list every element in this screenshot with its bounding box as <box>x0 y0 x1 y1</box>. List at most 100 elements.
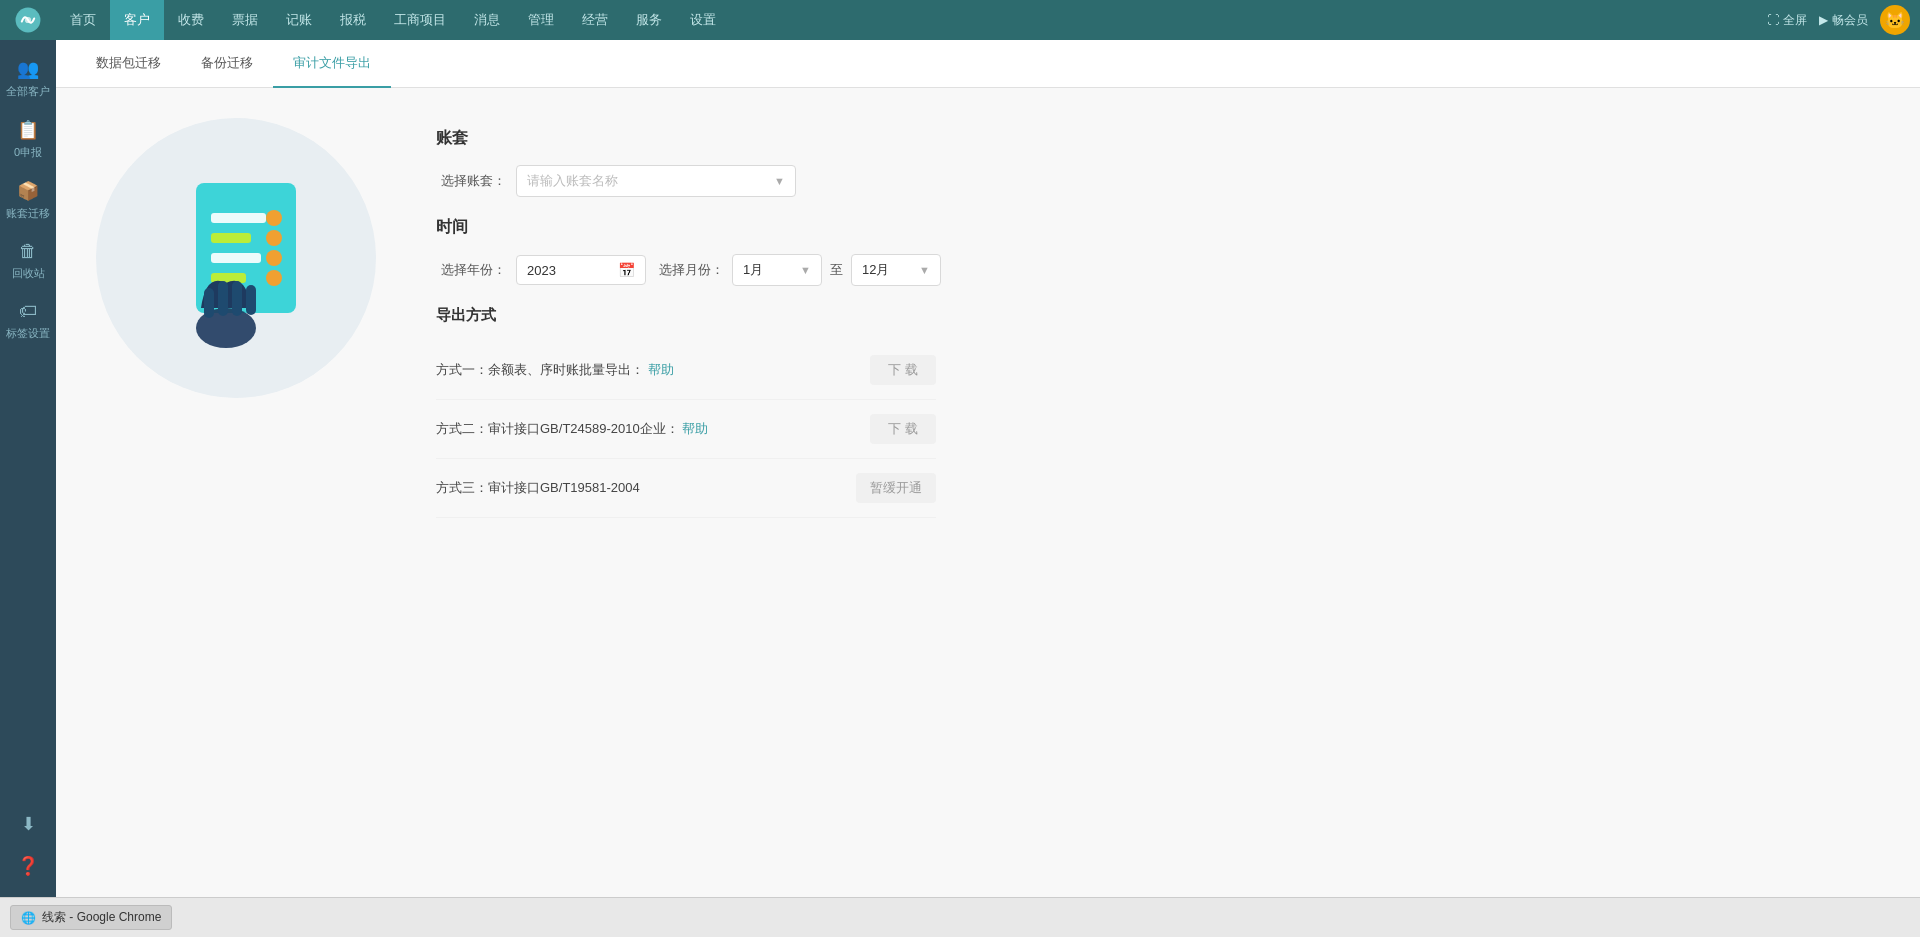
nav-right: ⛶ 全屏 ▶ 畅会员 🐱 <box>1767 5 1910 35</box>
page-content: 账套 选择账套： 请输入账套名称 ▼ 时间 选择年份： <box>56 88 1920 897</box>
fullscreen-icon: ⛶ <box>1767 13 1779 27</box>
nav-invoice[interactable]: 票据 <box>218 0 272 40</box>
svg-rect-15 <box>246 285 256 315</box>
member-label: 畅会员 <box>1832 12 1868 29</box>
account-select-row: 选择账套： 请输入账套名称 ▼ <box>436 165 1880 197</box>
taskbar-chrome-item[interactable]: 🌐 线索 - Google Chrome <box>10 905 172 930</box>
time-separator: 至 <box>830 261 843 279</box>
nav-management[interactable]: 管理 <box>514 0 568 40</box>
help-icon: ❓ <box>17 855 39 877</box>
sidebar-bottom: ⬇ ❓ <box>0 803 56 897</box>
time-row: 2023 📅 选择月份： 1月 ▼ 至 12月 ▼ <box>516 254 941 286</box>
chrome-icon: 🌐 <box>21 911 36 925</box>
nav-bookkeeping[interactable]: 记账 <box>272 0 326 40</box>
svg-point-10 <box>266 270 282 286</box>
month-select-label: 选择月份： <box>654 261 724 279</box>
month-end-select[interactable]: 12月 ▼ <box>851 254 941 286</box>
taskbar-item-label: 线索 - Google Chrome <box>42 909 161 926</box>
svg-rect-5 <box>211 253 261 263</box>
nav-items: 首页 客户 收费 票据 记账 报税 工商项目 消息 管理 经营 服务 设置 <box>56 0 1767 40</box>
nav-business[interactable]: 工商项目 <box>380 0 460 40</box>
fullscreen-label: 全屏 <box>1783 12 1807 29</box>
month-start-select[interactable]: 1月 ▼ <box>732 254 822 286</box>
export-method-1-help-link[interactable]: 帮助 <box>648 362 674 377</box>
nav-fee[interactable]: 收费 <box>164 0 218 40</box>
app-logo <box>10 2 46 38</box>
chevron-down-icon: ▼ <box>919 264 930 276</box>
top-navigation: 首页 客户 收费 票据 记账 报税 工商项目 消息 管理 经营 服务 设置 ⛶ … <box>0 0 1920 40</box>
year-input[interactable]: 2023 📅 <box>516 255 646 285</box>
taskbar: 🌐 线索 - Google Chrome <box>0 897 1920 937</box>
export-method-1-text: 方式一：余额表、序时账批量导出： 帮助 <box>436 361 674 379</box>
sidebar-item-label: 账套迁移 <box>6 206 50 221</box>
svg-rect-12 <box>204 288 214 318</box>
sidebar-item-recycle[interactable]: 🗑 回收站 <box>0 231 56 291</box>
tab-backup-migration[interactable]: 备份迁移 <box>181 40 273 88</box>
calendar-icon: 📅 <box>618 262 635 278</box>
sidebar-item-all-customers[interactable]: 👥 全部客户 <box>0 48 56 109</box>
export-method-1-row: 方式一：余额表、序时账批量导出： 帮助 下 载 <box>436 341 936 400</box>
recycle-icon: 🗑 <box>19 241 37 262</box>
sidebar-item-account-migration[interactable]: 📦 账套迁移 <box>0 170 56 231</box>
export-method-3-text: 方式三：审计接口GB/T19581-2004 <box>436 479 640 497</box>
export-section: 导出方式 方式一：余额表、序时账批量导出： 帮助 下 载 方式二：审计接口GB/… <box>436 306 1880 518</box>
year-value: 2023 <box>527 263 556 278</box>
nav-message[interactable]: 消息 <box>460 0 514 40</box>
export-method-1-download-button[interactable]: 下 载 <box>870 355 936 385</box>
nav-operation[interactable]: 经营 <box>568 0 622 40</box>
nav-home[interactable]: 首页 <box>56 0 110 40</box>
chevron-down-icon: ▼ <box>800 264 811 276</box>
export-method-3-coming-soon-button[interactable]: 暂缓开通 <box>856 473 936 503</box>
account-migration-icon: 📦 <box>17 180 39 202</box>
svg-point-7 <box>266 210 282 226</box>
nav-customer[interactable]: 客户 <box>110 0 164 40</box>
sidebar-item-label: 回收站 <box>12 266 45 281</box>
export-section-title: 导出方式 <box>436 306 1880 325</box>
month-end-value: 12月 <box>862 261 889 279</box>
month-start-value: 1月 <box>743 261 763 279</box>
sidebar-item-label: 标签设置 <box>6 326 50 341</box>
tab-audit-export[interactable]: 审计文件导出 <box>273 40 391 88</box>
export-method-2-help-link[interactable]: 帮助 <box>682 421 708 436</box>
nav-service[interactable]: 服务 <box>622 0 676 40</box>
svg-rect-14 <box>232 281 242 316</box>
svg-point-8 <box>266 230 282 246</box>
svg-point-1 <box>25 17 31 23</box>
tab-bar: 数据包迁移 备份迁移 审计文件导出 <box>56 40 1920 88</box>
all-customers-icon: 👥 <box>17 58 39 80</box>
export-method-2-text: 方式二：审计接口GB/T24589-2010企业： 帮助 <box>436 420 708 438</box>
time-section-title: 时间 <box>436 217 1880 238</box>
member-button[interactable]: ▶ 畅会员 <box>1819 12 1868 29</box>
export-method-3-row: 方式三：审计接口GB/T19581-2004 暂缓开通 <box>436 459 936 518</box>
account-select-label: 选择账套： <box>436 172 506 190</box>
account-select-placeholder: 请输入账套名称 <box>527 172 618 190</box>
main-layout: 👥 全部客户 📋 0申报 📦 账套迁移 🗑 回收站 🏷 标签设置 ⬇ ❓ <box>0 40 1920 897</box>
form-panel: 账套 选择账套： 请输入账套名称 ▼ 时间 选择年份： <box>96 118 1880 518</box>
svg-point-9 <box>266 250 282 266</box>
export-method-2-row: 方式二：审计接口GB/T24589-2010企业： 帮助 下 载 <box>436 400 936 459</box>
member-icon: ▶ <box>1819 13 1828 27</box>
sidebar-item-help[interactable]: ❓ <box>0 845 56 887</box>
tab-data-migration[interactable]: 数据包迁移 <box>76 40 181 88</box>
account-section-title: 账套 <box>436 128 1880 149</box>
nav-tax[interactable]: 报税 <box>326 0 380 40</box>
sidebar-item-label-settings[interactable]: 🏷 标签设置 <box>0 291 56 351</box>
label-settings-icon: 🏷 <box>19 301 37 322</box>
content-area: 数据包迁移 备份迁移 审计文件导出 <box>56 40 1920 897</box>
nav-settings[interactable]: 设置 <box>676 0 730 40</box>
download-icon: ⬇ <box>21 813 36 835</box>
svg-rect-3 <box>211 213 266 223</box>
chevron-down-icon: ▼ <box>774 175 785 187</box>
sidebar-item-label: 全部客户 <box>6 84 50 99</box>
illustration <box>96 118 376 398</box>
account-select-dropdown[interactable]: 请输入账套名称 ▼ <box>516 165 796 197</box>
zero-declare-icon: 📋 <box>17 119 39 141</box>
user-avatar[interactable]: 🐱 <box>1880 5 1910 35</box>
fullscreen-button[interactable]: ⛶ 全屏 <box>1767 12 1807 29</box>
year-select-label: 选择年份： <box>436 261 506 279</box>
svg-rect-13 <box>218 281 228 316</box>
export-method-2-download-button[interactable]: 下 载 <box>870 414 936 444</box>
sidebar-item-download[interactable]: ⬇ <box>0 803 56 845</box>
sidebar-item-zero-declare[interactable]: 📋 0申报 <box>0 109 56 170</box>
sidebar-item-label: 0申报 <box>14 145 42 160</box>
